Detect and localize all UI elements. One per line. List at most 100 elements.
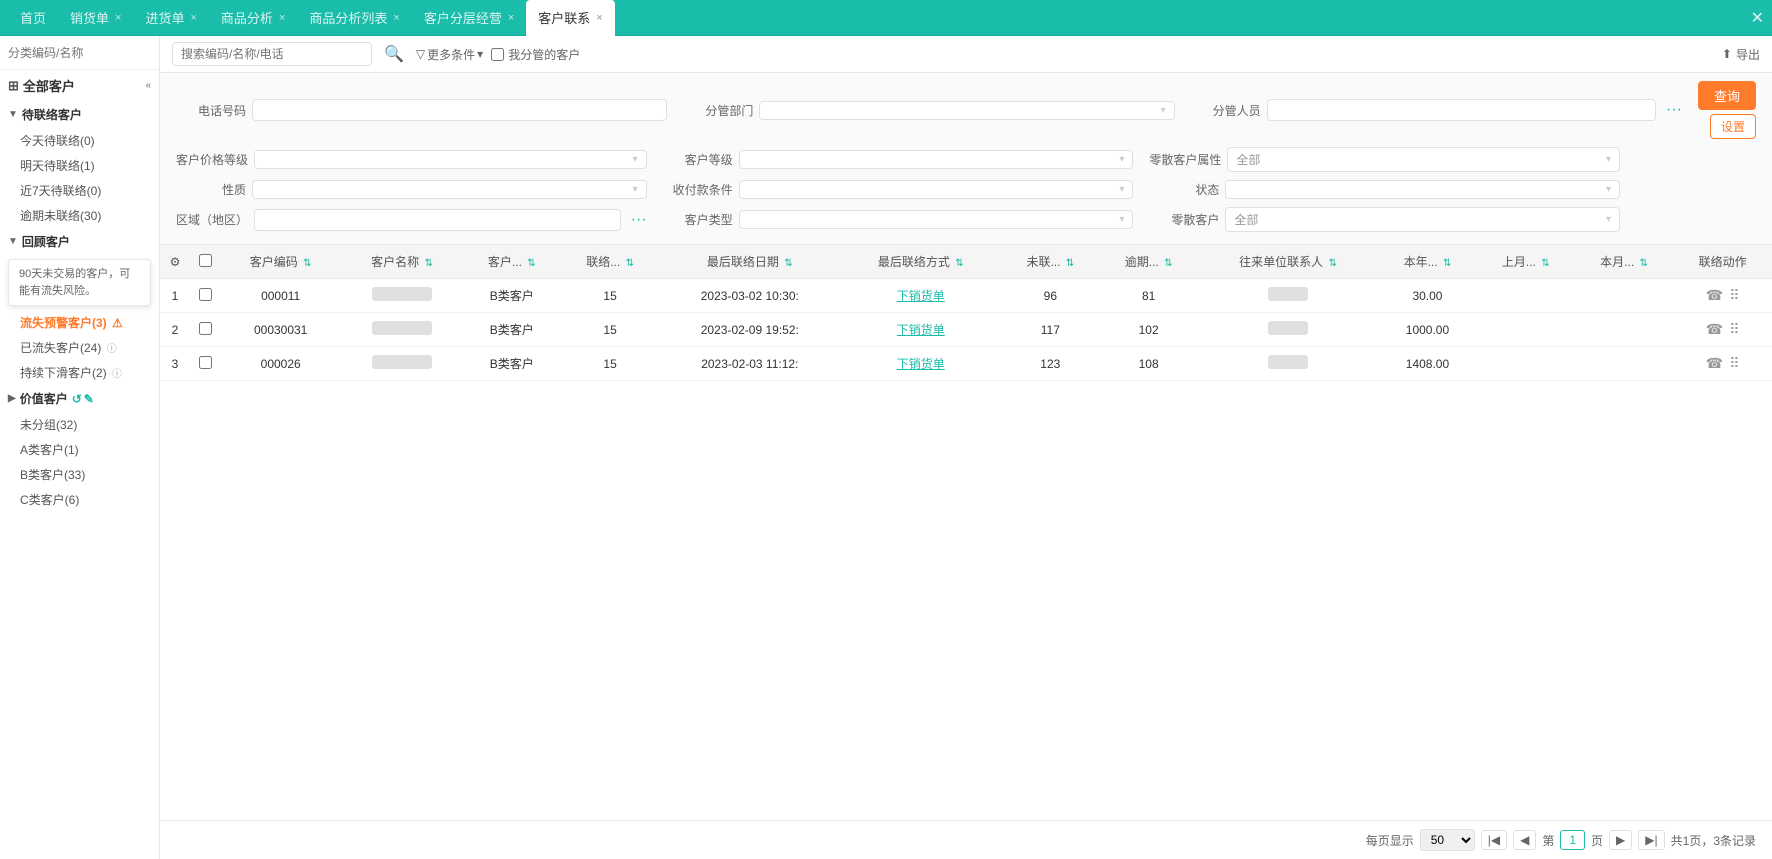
customer-type-select[interactable]: ▾ (739, 210, 1134, 229)
tab-home[interactable]: 首页 (8, 0, 58, 36)
region-input[interactable] (254, 209, 621, 231)
sidebar-item-today[interactable]: 今天待联络(0) (0, 128, 159, 153)
tab-customer-layer-close[interactable]: × (508, 12, 514, 24)
tab-product-analysis[interactable]: 商品分析 × (209, 0, 297, 36)
phone-input[interactable] (252, 99, 667, 121)
row3-checkbox-input[interactable] (199, 356, 212, 369)
sidebar-item-tomorrow[interactable]: 明天待联络(1) (0, 153, 159, 178)
tab-customer-layer[interactable]: 客户分层经营 × (412, 0, 526, 36)
tab-product-analysis-close[interactable]: × (279, 12, 285, 24)
sort-icon-code[interactable]: ⇅ (303, 258, 311, 269)
sort-icon-contact[interactable]: ⇅ (626, 258, 634, 269)
my-customers-checkbox[interactable] (491, 48, 504, 61)
zero-customer-select[interactable]: 全部 ▾ (1225, 207, 1620, 232)
sidebar-item-churn-warning-label: 流失预警客户(3) (20, 316, 107, 330)
per-page-select[interactable]: 50 100 200 (1420, 829, 1475, 851)
tab-customer-contact-close[interactable]: × (596, 12, 602, 24)
row1-checkbox[interactable] (190, 279, 220, 313)
arrow-right-icon: ▶ (8, 393, 16, 404)
last-page-button[interactable]: ▶| (1638, 830, 1664, 850)
row1-this-month (1575, 279, 1673, 313)
row1-last-method[interactable]: 下销货单 (840, 279, 1001, 313)
sidebar-item-c-class[interactable]: C类客户(6) (0, 487, 159, 512)
sort-icon-name[interactable]: ⇅ (424, 258, 432, 269)
sidebar-search-input[interactable] (8, 46, 160, 60)
tab-product-list-close[interactable]: × (393, 12, 399, 24)
sidebar-item-churned[interactable]: 已流失客户(24) ⓘ (0, 335, 159, 360)
sidebar-group-value[interactable]: ▶ 价值客户 ↺ ✎ (0, 385, 159, 412)
select-all-checkbox[interactable] (199, 254, 212, 267)
sidebar-item-b-class-label: B类客户(33) (20, 468, 85, 482)
nature-select[interactable]: ▾ (252, 180, 647, 199)
settings-button[interactable]: 设置 (1710, 114, 1756, 139)
row2-last-method[interactable]: 下销货单 (840, 313, 1001, 347)
row1-more-icon[interactable]: ⠿ (1729, 287, 1739, 304)
row2-checkbox-input[interactable] (199, 322, 212, 335)
tab-sales[interactable]: 销货单 × (58, 0, 133, 36)
sidebar-item-b-class[interactable]: B类客户(33) (0, 462, 159, 487)
sort-icon-last-method[interactable]: ⇅ (955, 258, 963, 269)
table-checkbox-header[interactable] (190, 245, 220, 279)
tab-product-list[interactable]: 商品分析列表 × (297, 0, 411, 36)
edit-icon[interactable]: ✎ (84, 392, 94, 406)
sidebar-item-declining[interactable]: 持续下滑客户(2) ⓘ (0, 360, 159, 385)
dept-select[interactable]: ▾ (759, 101, 1174, 120)
refresh-icon[interactable]: ↺ (72, 392, 82, 406)
table-gear-header[interactable]: ⚙ (160, 245, 190, 279)
row2-contact-icon[interactable]: ☎ (1706, 321, 1723, 338)
tab-customer-contact[interactable]: 客户联系 × (526, 0, 614, 36)
sort-icon-this-year[interactable]: ⇅ (1443, 258, 1451, 269)
filter-search-input[interactable] (172, 42, 372, 66)
sidebar-item-a-class[interactable]: A类客户(1) (0, 437, 159, 462)
filter-more-button[interactable]: ▽ 更多条件 ▾ (416, 46, 483, 63)
sidebar-all-customers[interactable]: ⊞ 全部客户 « (0, 70, 159, 101)
row2-checkbox[interactable] (190, 313, 220, 347)
sort-icon-this-month[interactable]: ⇅ (1640, 258, 1648, 269)
my-customers-checkbox-label[interactable]: 我分管的客户 (491, 46, 580, 63)
status-select[interactable]: ▾ (1225, 180, 1620, 199)
tab-purchase-close[interactable]: × (190, 12, 196, 24)
customer-level-select[interactable]: ▾ (739, 150, 1134, 169)
sort-icon-uncontacted[interactable]: ⇅ (1066, 258, 1074, 269)
row1-unit-contact-blurred (1268, 287, 1308, 301)
sort-icon-unit-contact[interactable]: ⇅ (1329, 258, 1337, 269)
price-level-select[interactable]: ▾ (254, 150, 647, 169)
row2-more-icon[interactable]: ⠿ (1729, 321, 1739, 338)
sidebar-item-churn-warning[interactable]: 流失预警客户(3) ⚠ (0, 310, 159, 335)
payment-select[interactable]: ▾ (739, 180, 1134, 199)
row3-more-icon[interactable]: ⠿ (1729, 355, 1739, 372)
tab-sales-close[interactable]: × (115, 12, 121, 24)
next-page-button[interactable]: ▶ (1609, 830, 1632, 850)
row1-checkbox-input[interactable] (199, 288, 212, 301)
sort-icon-type[interactable]: ⇅ (527, 258, 535, 269)
row3-last-method[interactable]: 下销货单 (840, 347, 1001, 381)
sidebar-item-overdue[interactable]: 逾期未联络(30) (0, 203, 159, 228)
sort-icon-last-date[interactable]: ⇅ (784, 258, 792, 269)
sidebar-collapse-icon[interactable]: « (145, 80, 151, 91)
region-dots-icon[interactable]: ··· (631, 211, 647, 229)
sidebar-group-review[interactable]: ▼ 回顾客户 (0, 228, 159, 255)
row3-checkbox[interactable] (190, 347, 220, 381)
filter-field-dept: 分管部门 ▾ (683, 101, 1174, 120)
zero-attr-select[interactable]: 全部 ▾ (1227, 147, 1620, 172)
sort-icon-last-month[interactable]: ⇅ (1541, 258, 1549, 269)
close-window-icon[interactable]: ✕ (1751, 8, 1764, 28)
sort-icon-overdue[interactable]: ⇅ (1164, 258, 1172, 269)
export-icon: ⬆ (1722, 47, 1732, 61)
sidebar-all-customers-label: 全部客户 (23, 76, 75, 95)
export-button[interactable]: ⬆ 导出 (1722, 46, 1760, 63)
first-page-button[interactable]: |◀ (1481, 830, 1507, 850)
row3-overdue: 108 (1099, 347, 1197, 381)
prev-page-button[interactable]: ◀ (1513, 830, 1536, 850)
query-button[interactable]: 查询 (1698, 81, 1756, 110)
manager-input[interactable] (1267, 99, 1656, 121)
sidebar-item-ungroup[interactable]: 未分组(32) (0, 412, 159, 437)
filter-search-button[interactable]: 🔍 (380, 44, 408, 64)
sidebar-group-pending[interactable]: ▼ 待联络客户 (0, 101, 159, 128)
manager-dots-icon[interactable]: ··· (1666, 101, 1682, 119)
filter-field-zero-customer: 零散客户 全部 ▾ (1149, 207, 1620, 232)
row3-contact-icon[interactable]: ☎ (1706, 355, 1723, 372)
row1-contact-icon[interactable]: ☎ (1706, 287, 1723, 304)
tab-purchase[interactable]: 进货单 × (133, 0, 208, 36)
sidebar-item-7days[interactable]: 近7天待联络(0) (0, 178, 159, 203)
